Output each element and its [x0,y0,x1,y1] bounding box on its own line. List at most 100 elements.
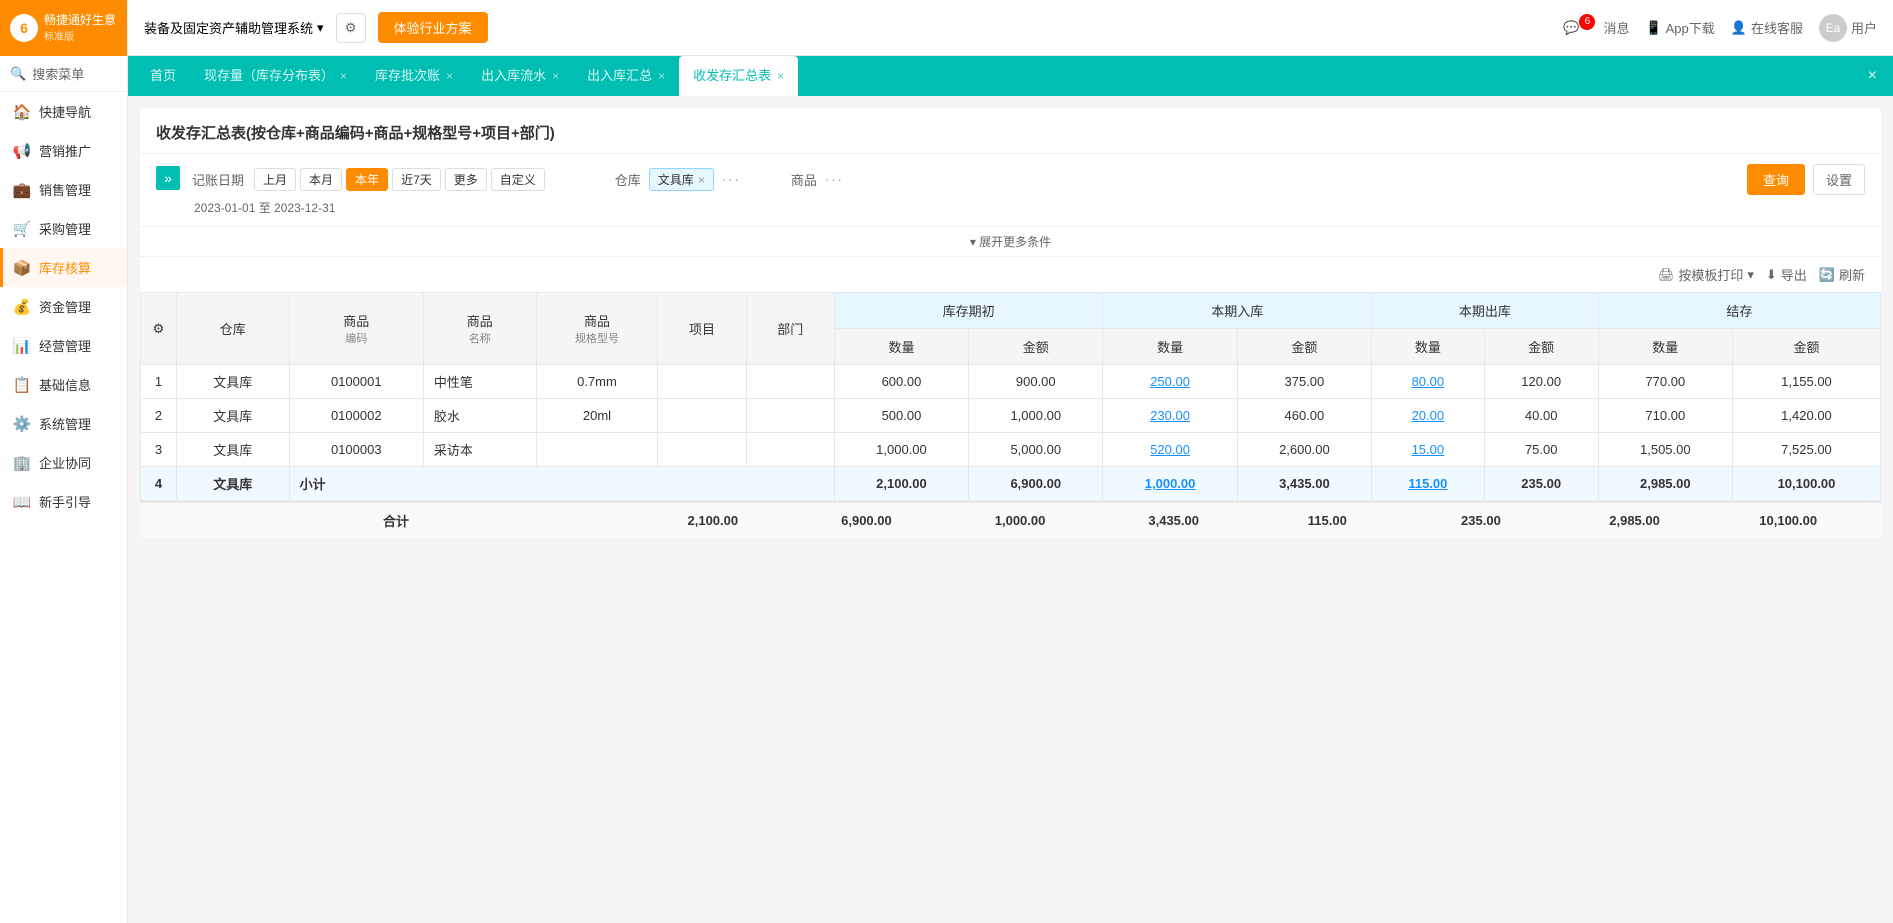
sidebar-item-guide[interactable]: 📖 新手引导 [0,482,127,521]
tab-home[interactable]: 首页 [136,56,190,96]
date-prev-month[interactable]: 上月 [254,168,296,191]
tab-inventory-dist-label: 现存量（库存分布表） [204,56,334,96]
in-qty-link[interactable]: 230.00 [1150,408,1190,423]
table-container: ⚙ 仓库 商品编码 商品名称 商品规格型号 项目 部门 库存期初 本期入库 本期… [140,292,1881,501]
settings-button[interactable]: 设置 [1813,164,1865,195]
sidebar-item-system[interactable]: ⚙️ 系统管理 [0,404,127,443]
sidebar-item-enterprise[interactable]: 🏢 企业协同 [0,443,127,482]
tab-inventory-dist-close[interactable]: × [340,56,347,96]
goods-more-dots[interactable]: ··· [825,172,844,187]
print-button[interactable]: 🖨 按模板打印 ▾ [1658,265,1754,284]
cell-opening-amt: 900.00 [969,365,1103,399]
logo-area: 6 畅捷通好生意 标准版 [0,0,127,56]
tabbar-close-all[interactable]: × [1860,67,1885,85]
th-out-amt: 金额 [1484,329,1598,365]
phone-icon: 📱 [1645,20,1661,36]
content-area: 收发存汇总表(按仓库+商品编码+商品+规格型号+项目+部门) » 记账日期 上月… [128,96,1893,923]
sidebar-item-sales[interactable]: 💼 销售管理 [0,170,127,209]
th-department: 部门 [746,293,834,365]
sidebar-item-label: 库存核算 [39,258,91,277]
subtotal-out-qty-link[interactable]: 115.00 [1408,476,1447,491]
export-icon: ⬇ [1766,267,1777,283]
out-qty-link[interactable]: 15.00 [1412,442,1445,457]
export-label: 导出 [1781,265,1807,284]
print-label: 按模板打印 [1678,265,1743,284]
tab-inout-summary[interactable]: 出入库汇总 × [573,56,679,96]
subtotal-closing-amt: 10,100.00 [1732,467,1880,501]
warehouse-more-dots[interactable]: ··· [722,172,741,187]
home-icon: 🏠 [13,103,31,121]
sidebar-item-quicknav[interactable]: 🏠 快捷导航 [0,92,127,131]
th-in-amt: 金额 [1237,329,1371,365]
cell-opening-qty: 1,000.00 [834,433,968,467]
search-menu[interactable]: 🔍 搜索菜单 [0,56,127,92]
gear-button[interactable]: ⚙ [336,13,366,43]
filter-area: » 记账日期 上月 本月 本年 近7天 更多 自定义 仓库 [140,154,1881,227]
cell-out-qty[interactable]: 15.00 [1372,433,1485,467]
sidebar-item-label: 采购管理 [39,219,91,238]
operations-icon: 📊 [13,337,31,355]
main-area: 装备及固定资产辅助管理系统 ▾ ⚙ 体验行业方案 💬 6 消息 📱 App下载 … [128,0,1893,923]
footer-label: 合计 [156,511,636,530]
refresh-button[interactable]: 🔄 刷新 [1819,265,1865,284]
date-more[interactable]: 更多 [445,168,487,191]
filter-expand-button[interactable]: » [156,166,180,190]
sidebar-item-purchase[interactable]: 🛒 采购管理 [0,209,127,248]
query-button[interactable]: 查询 [1747,164,1805,195]
warehouse-tag-remove[interactable]: × [698,173,705,187]
system-name-dropdown[interactable]: 装备及固定资产辅助管理系统 ▾ [144,18,324,37]
date-cur-year[interactable]: 本年 [346,168,388,191]
date-cur-month[interactable]: 本月 [300,168,342,191]
sidebar-item-operations[interactable]: 📊 经营管理 [0,326,127,365]
cell-out-qty[interactable]: 80.00 [1372,365,1485,399]
cell-opening-amt: 1,000.00 [969,399,1103,433]
sidebar-item-inventory[interactable]: 📦 库存核算 [0,248,127,287]
in-qty-link[interactable]: 520.00 [1150,442,1190,457]
sidebar-item-basic[interactable]: 📋 基础信息 [0,365,127,404]
subtotal-opening-qty: 2,100.00 [834,467,968,501]
filter-row-1: 记账日期 上月 本月 本年 近7天 更多 自定义 仓库 文具库 [192,164,1865,195]
date-custom[interactable]: 自定义 [491,168,545,191]
tab-inventory-dist[interactable]: 现存量（库存分布表） × [190,56,361,96]
out-qty-link[interactable]: 80.00 [1412,374,1445,389]
footer-opening-amt: 6,900.00 [790,513,944,528]
subtotal-closing-qty: 2,985.00 [1598,467,1732,501]
export-button[interactable]: ⬇ 导出 [1766,265,1807,284]
purchase-icon: 🛒 [13,220,31,238]
app-download-button[interactable]: 📱 App下载 [1645,18,1714,37]
subtotal-index: 4 [141,467,177,501]
try-industry-button[interactable]: 体验行业方案 [378,12,488,43]
th-closing-amt: 金额 [1732,329,1880,365]
user-label: 用户 [1851,18,1877,37]
date-7days[interactable]: 近7天 [392,168,441,191]
tab-stock-summary-close[interactable]: × [777,56,784,96]
in-qty-link[interactable]: 250.00 [1150,374,1190,389]
th-closing-group: 结存 [1598,293,1880,329]
tab-batch-close[interactable]: × [446,56,453,96]
cell-department [746,433,834,467]
expand-more-row[interactable]: ▾ 展开更多条件 [140,227,1881,257]
sidebar-item-marketing[interactable]: 📢 营销推广 [0,131,127,170]
cell-in-qty[interactable]: 520.00 [1103,433,1237,467]
cell-in-qty[interactable]: 230.00 [1103,399,1237,433]
cell-goods-spec [536,433,658,467]
cell-in-qty[interactable]: 250.00 [1103,365,1237,399]
goods-label: 商品 [791,170,817,189]
cell-opening-qty: 600.00 [834,365,968,399]
tab-stock-summary[interactable]: 收发存汇总表 × [679,56,798,96]
cell-index: 3 [141,433,177,467]
cell-index: 1 [141,365,177,399]
sidebar-item-finance[interactable]: 💰 资金管理 [0,287,127,326]
message-badge: 6 [1579,14,1595,30]
online-service-button[interactable]: 👤 在线客服 [1731,18,1803,37]
tab-batch[interactable]: 库存批次账 × [361,56,467,96]
tab-inout-flow-close[interactable]: × [552,56,559,96]
message-button[interactable]: 💬 6 消息 [1563,18,1629,37]
tab-inout-flow[interactable]: 出入库流水 × [467,56,573,96]
subtotal-in-qty-link[interactable]: 1,000.00 [1145,476,1196,491]
tab-inout-summary-close[interactable]: × [658,56,665,96]
out-qty-link[interactable]: 20.00 [1412,408,1445,423]
cell-out-qty[interactable]: 20.00 [1372,399,1485,433]
sidebar-item-label: 资金管理 [39,297,91,316]
user-area[interactable]: Ea 用户 [1819,14,1877,42]
